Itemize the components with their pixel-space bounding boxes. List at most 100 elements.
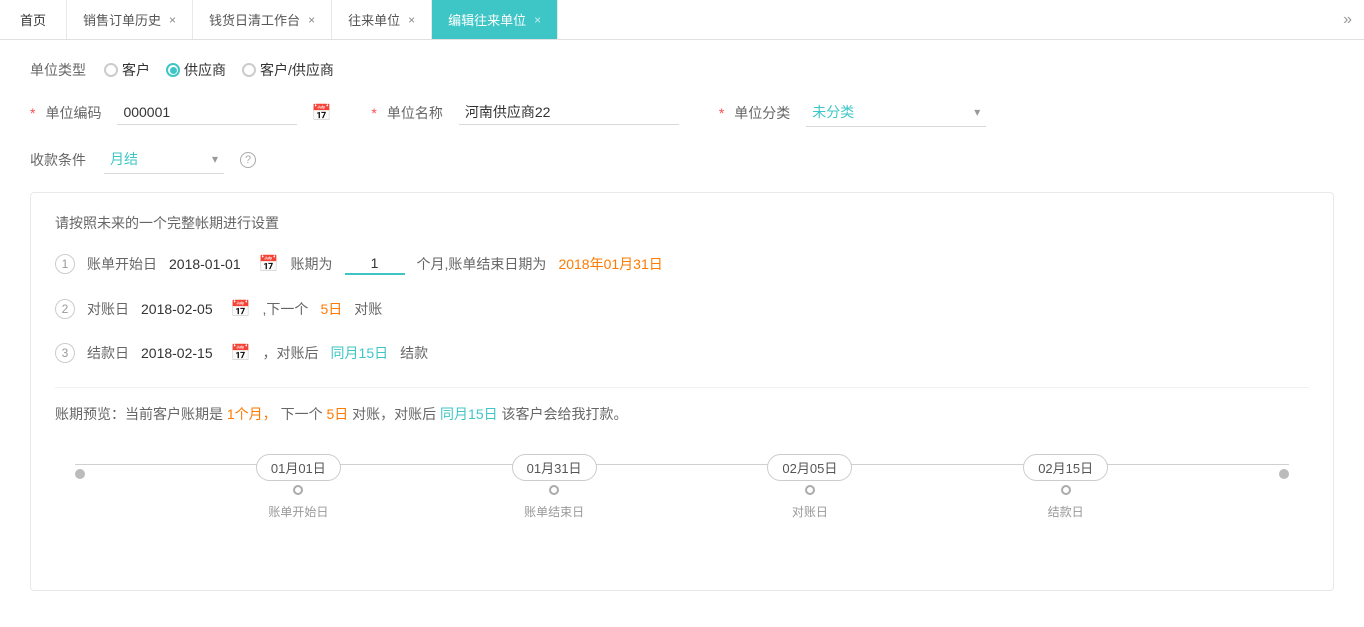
step-1-period-input[interactable] [345, 253, 405, 275]
payment-terms-help-icon[interactable]: ? [240, 152, 256, 168]
step-3-date: 2018-02-15 [141, 345, 213, 361]
step-1-row: 1 账单开始日 2018-01-01 📅 账期为 个月,账单结束日期为 2018… [55, 253, 1309, 275]
step-2-date: 2018-02-05 [141, 301, 213, 317]
tab-sales-history-close[interactable]: × [169, 13, 176, 27]
step-2-desc-suffix: 对账 [354, 299, 382, 319]
timeline-node-4: 02月15日 结款日 [1023, 454, 1108, 520]
unit-category-field: * 单位分类 未分类 ▾ [719, 98, 986, 127]
step-3-calendar-icon[interactable]: 📅 [231, 343, 251, 363]
step-1-date: 2018-01-01 [169, 256, 241, 272]
timeline-dot-2 [549, 485, 559, 495]
step-1-label: 账单开始日 [87, 254, 157, 274]
unit-code-calendar-icon[interactable]: 📅 [311, 103, 331, 123]
step-3-row: 3 结款日 2018-02-15 📅 ，对账后 同月15日 结款 [55, 343, 1309, 363]
payment-terms-arrow-icon: ▾ [212, 152, 218, 166]
tab-partner[interactable]: 往来单位 × [332, 0, 432, 39]
tab-cash-daily[interactable]: 钱货日清工作台 × [193, 0, 332, 39]
step-3-desc-suffix: 结款 [400, 343, 428, 363]
radio-group-unit-type: 客户 供应商 客户/供应商 [104, 60, 334, 80]
unit-name-required: * [371, 105, 376, 121]
timeline-badge-1: 01月01日 [256, 454, 341, 481]
card-title: 请按照未来的一个完整帐期进行设置 [55, 213, 1309, 233]
payment-terms-row: 收款条件 月结 ▾ ? [30, 145, 1334, 174]
timeline-badge-4: 02月15日 [1023, 454, 1108, 481]
timeline-label-3: 对账日 [792, 503, 828, 520]
preview-text4: 该客户会给我打款。 [502, 406, 628, 422]
preview-text3: 对账，对账后 [352, 406, 436, 422]
step-2-row: 2 对账日 2018-02-05 📅 ,下一个 5日 对账 [55, 299, 1309, 319]
preview-highlight3: 同月15日 [440, 406, 498, 422]
unit-name-input[interactable] [459, 100, 679, 125]
step-3-label: 结款日 [87, 343, 129, 363]
timeline-dot-4 [1061, 485, 1071, 495]
unit-category-required: * [719, 105, 724, 121]
step-3-desc-prefix: ，对账后 [263, 343, 319, 363]
timeline-left-dot [75, 469, 85, 479]
step-2-desc-highlight: 5日 [320, 299, 342, 319]
step-1-period-end: 2018年01月31日 [558, 254, 662, 274]
timeline-node-3: 02月05日 对账日 [767, 454, 852, 520]
step-1-period-unit: 个月,账单结束日期为 [417, 254, 547, 274]
preview-section: 账期预览：当前客户账期是 1个月， 下一个 5日 对账，对账后 同月15日 该客… [55, 387, 1309, 570]
period-settings-card: 请按照未来的一个完整帐期进行设置 1 账单开始日 2018-01-01 📅 账期… [30, 192, 1334, 591]
timeline-left-end [75, 454, 85, 479]
timeline-container: 01月01日 账单开始日 01月31日 账单结束日 [55, 444, 1309, 570]
unit-type-row: 单位类型 客户 供应商 客户/供应商 [30, 60, 1334, 80]
unit-category-arrow-icon: ▾ [974, 105, 980, 119]
step-2-desc-prefix: ,下一个 [263, 299, 309, 319]
timeline-dot-3 [805, 485, 815, 495]
timeline-dot-1 [293, 485, 303, 495]
tab-cash-daily-close[interactable]: × [308, 13, 315, 27]
timeline-label-2: 账单结束日 [524, 503, 584, 520]
radio-customer-circle [104, 63, 118, 77]
tab-home[interactable]: 首页 [0, 0, 67, 39]
main-content: 单位类型 客户 供应商 客户/供应商 * 单位编码 📅 * 单位名称 [0, 40, 1364, 627]
unit-code-required: * [30, 105, 35, 121]
payment-terms-label: 收款条件 [30, 150, 86, 170]
timeline-nodes: 01月01日 账单开始日 01月31日 账单结束日 [75, 454, 1289, 520]
step-2-num: 2 [55, 299, 75, 319]
radio-customer-supplier-circle [242, 63, 256, 77]
unit-code-input[interactable] [117, 100, 297, 125]
step-2-label: 对账日 [87, 299, 129, 319]
unit-info-row: * 单位编码 📅 * 单位名称 * 单位分类 未分类 ▾ [30, 98, 1334, 127]
preview-text: 账期预览：当前客户账期是 1个月， 下一个 5日 对账，对账后 同月15日 该客… [55, 404, 1309, 424]
unit-name-label: 单位名称 [387, 103, 443, 123]
unit-category-dropdown[interactable]: 未分类 ▾ [806, 98, 986, 127]
step-1-calendar-icon[interactable]: 📅 [259, 254, 279, 274]
tab-sales-history[interactable]: 销售订单历史 × [67, 0, 193, 39]
step-1-period-label: 账期为 [291, 254, 333, 274]
preview-label: 账期预览：当前客户账期是 [55, 406, 223, 422]
timeline-badge-2: 01月31日 [512, 454, 597, 481]
preview-highlight1: 1个月， [227, 406, 277, 422]
tab-partner-close[interactable]: × [408, 13, 415, 27]
tab-edit-partner-close[interactable]: × [534, 13, 541, 27]
preview-highlight2: 5日 [326, 406, 348, 422]
payment-terms-value: 月结 [110, 149, 206, 169]
unit-name-field: * 单位名称 [371, 100, 678, 125]
unit-category-value: 未分类 [812, 102, 968, 122]
radio-customer-supplier[interactable]: 客户/供应商 [242, 60, 334, 80]
tab-bar: 首页 销售订单历史 × 钱货日清工作台 × 往来单位 × 编辑往来单位 × » [0, 0, 1364, 40]
tab-edit-partner[interactable]: 编辑往来单位 × [432, 0, 558, 39]
timeline-node-1: 01月01日 账单开始日 [256, 454, 341, 520]
tab-more[interactable]: » [1331, 11, 1364, 29]
unit-type-label: 单位类型 [30, 60, 86, 80]
timeline-right-end [1279, 454, 1289, 479]
timeline-label-4: 结款日 [1048, 503, 1084, 520]
radio-customer[interactable]: 客户 [104, 60, 150, 80]
timeline-badge-3: 02月05日 [767, 454, 852, 481]
unit-code-field: * 单位编码 📅 [30, 100, 331, 125]
timeline-label-1: 账单开始日 [268, 503, 328, 520]
preview-text2: 下一个 [281, 406, 323, 422]
step-1-num: 1 [55, 254, 75, 274]
step-3-desc-highlight: 同月15日 [331, 343, 389, 363]
timeline-right-dot [1279, 469, 1289, 479]
payment-terms-dropdown[interactable]: 月结 ▾ [104, 145, 224, 174]
radio-supplier[interactable]: 供应商 [166, 60, 226, 80]
timeline-node-2: 01月31日 账单结束日 [512, 454, 597, 520]
step-2-calendar-icon[interactable]: 📅 [231, 299, 251, 319]
unit-code-label: 单位编码 [45, 103, 101, 123]
radio-supplier-circle [166, 63, 180, 77]
unit-category-label: 单位分类 [734, 103, 790, 123]
